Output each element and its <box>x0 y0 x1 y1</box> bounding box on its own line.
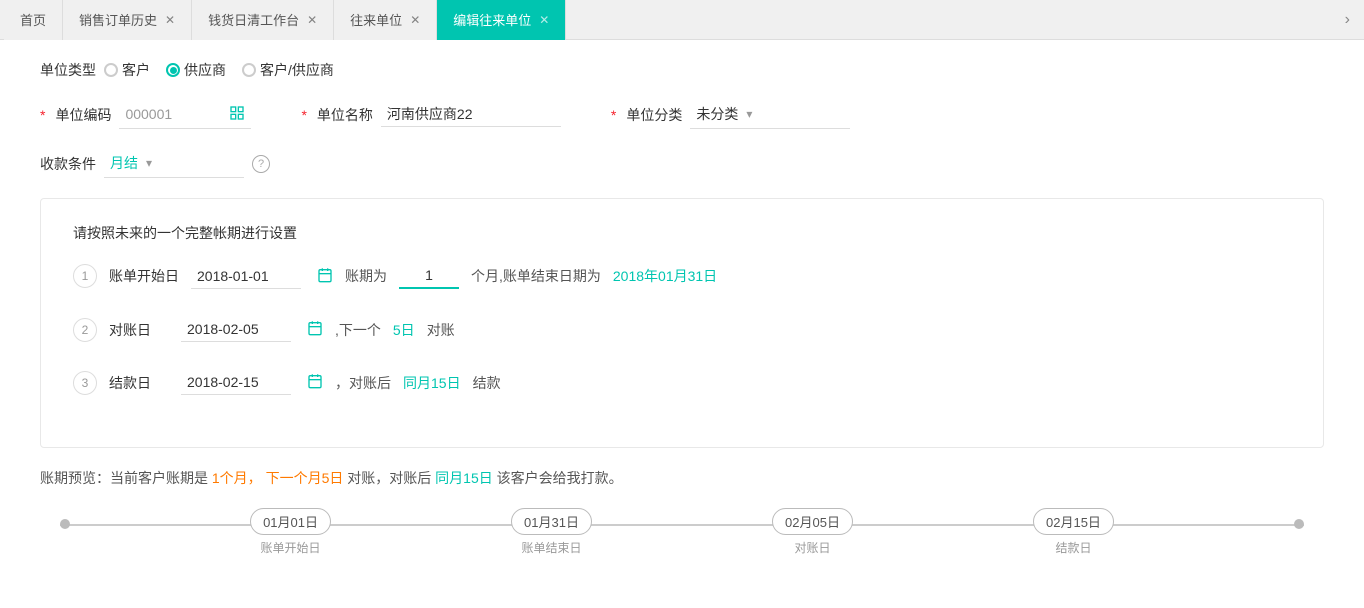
tab-partner-units[interactable]: 往来单位 ✕ <box>334 0 437 40</box>
close-partner-units[interactable]: ✕ <box>410 13 420 27</box>
radio-customer[interactable]: 客户 <box>104 60 150 80</box>
timeline-point-2: 01月31日 账单结束日 <box>511 508 592 556</box>
unit-name-group: * 单位名称 <box>301 102 560 127</box>
row-number-1: 1 <box>73 264 97 288</box>
setting-row-2: 2 对账日 ,下一个 5日 对账 <box>73 317 1291 342</box>
payment-condition-value: 月结 <box>110 153 138 173</box>
payment-prefix: ，对账后 <box>335 373 391 393</box>
tab-sales-order-history[interactable]: 销售订单历史 ✕ <box>63 0 192 40</box>
customer-supplier-label: 客户/供应商 <box>260 60 334 80</box>
unit-code-required: * <box>40 107 45 123</box>
radio-customer-circle <box>104 63 118 77</box>
unit-code-input[interactable] <box>125 106 225 122</box>
timeline-point-3: 02月05日 对账日 <box>772 508 853 556</box>
period-for-label: 账期为 <box>345 266 387 286</box>
timeline-point-4: 02月15日 结款日 <box>1033 508 1114 556</box>
main-content: 单位类型 客户 供应商 客户/供应商 * 单位编码 <box>0 40 1364 608</box>
settings-section: 请按照未来的一个完整帐期进行设置 1 账单开始日 账期为 个月,账单结束日期为 … <box>40 198 1324 448</box>
timeline-date-4: 02月15日 <box>1033 508 1114 535</box>
timeline-date-1: 01月01日 <box>250 508 331 535</box>
unit-code-group: * 单位编码 <box>40 101 251 129</box>
payment-condition-select[interactable]: 月结 ▾ <box>104 149 244 178</box>
preview-settle: 同月15日 <box>435 470 493 486</box>
tab-home[interactable]: 首页 <box>4 0 63 40</box>
period-end-date: 2018年01月31日 <box>613 266 717 286</box>
reconcile-suffix: 对账 <box>427 320 455 340</box>
payment-condition-row: 收款条件 月结 ▾ ? <box>40 149 1324 178</box>
preview-text: 账期预览：当前客户账期是 1个月， 下一个月5日 对账，对账后 同月15日 该客… <box>40 468 1324 488</box>
close-cashflow-workbench[interactable]: ✕ <box>307 13 317 27</box>
payment-condition-group: 收款条件 月结 ▾ ? <box>40 149 270 178</box>
radio-customer-supplier[interactable]: 客户/供应商 <box>242 60 334 80</box>
payment-date-input[interactable] <box>181 370 291 395</box>
preview-prefix: 账期预览：当前客户账期是 <box>40 470 208 486</box>
timeline-end-dot <box>1294 508 1304 529</box>
row-number-2: 2 <box>73 318 97 342</box>
reconcile-date-input[interactable] <box>181 317 291 342</box>
customer-label: 客户 <box>122 60 150 80</box>
unit-classification-chevron: ▾ <box>746 107 752 121</box>
unit-info-row: * 单位编码 * 单位名称 * 单位分类 未分类 ▾ <box>40 100 1324 129</box>
payment-date-calendar-icon[interactable] <box>307 373 323 392</box>
timeline-start-dot <box>60 508 70 529</box>
payment-highlight: 同月15日 <box>403 373 461 393</box>
unit-type-row: 单位类型 客户 供应商 客户/供应商 <box>40 60 1324 80</box>
unit-name-input[interactable] <box>381 102 561 127</box>
unit-type-radio-group: 客户 供应商 客户/供应商 <box>104 60 334 80</box>
start-date-input[interactable] <box>191 264 301 289</box>
reconcile-highlight: 5日 <box>393 320 415 340</box>
period-value-input[interactable] <box>399 263 459 289</box>
payment-suffix: 结款 <box>473 373 501 393</box>
unit-name-required: * <box>301 107 306 123</box>
unit-type-label: 单位类型 <box>40 60 96 80</box>
unit-type-group: 单位类型 客户 供应商 客户/供应商 <box>40 60 334 80</box>
setting-row-3: 3 结款日 ，对账后同月15日 结款 <box>73 370 1291 395</box>
payment-date-label: 结款日 <box>109 373 169 393</box>
unit-classification-group: * 单位分类 未分类 ▾ <box>611 100 850 129</box>
radio-supplier[interactable]: 供应商 <box>166 60 226 80</box>
payment-condition-chevron: ▾ <box>146 156 152 170</box>
unit-code-input-wrapper <box>119 101 251 129</box>
timeline-label-1: 账单开始日 <box>261 539 321 556</box>
reconcile-date-label: 对账日 <box>109 320 169 340</box>
close-sales-order-history[interactable]: ✕ <box>165 13 175 27</box>
unit-code-label: 单位编码 <box>55 105 111 125</box>
preview-suffix: 该客户会给我打款。 <box>497 470 623 486</box>
unit-classification-value: 未分类 <box>696 104 738 124</box>
row-number-3: 3 <box>73 371 97 395</box>
payment-condition-help[interactable]: ? <box>252 155 270 173</box>
timeline-date-2: 01月31日 <box>511 508 592 535</box>
timeline-point-1: 01月01日 账单开始日 <box>250 508 331 556</box>
tab-bar: 首页 销售订单历史 ✕ 钱货日清工作台 ✕ 往来单位 ✕ 编辑往来单位 ✕ › <box>0 0 1364 40</box>
unit-code-scan-icon[interactable] <box>229 105 245 124</box>
tab-more-button[interactable]: › <box>1335 11 1360 29</box>
timeline-label-4: 结款日 <box>1055 539 1091 556</box>
unit-classification-required: * <box>611 107 616 123</box>
timeline-date-3: 02月05日 <box>772 508 853 535</box>
period-unit-text: 个月,账单结束日期为 <box>471 266 601 286</box>
reconcile-prefix: ,下一个 <box>335 320 381 340</box>
unit-name-label: 单位名称 <box>317 105 373 125</box>
reconcile-date-calendar-icon[interactable] <box>307 320 323 339</box>
close-edit-partner-units[interactable]: ✕ <box>539 13 549 27</box>
unit-classification-label: 单位分类 <box>626 105 682 125</box>
supplier-label: 供应商 <box>184 60 226 80</box>
start-date-calendar-icon[interactable] <box>317 267 333 286</box>
tab-cashflow-workbench[interactable]: 钱货日清工作台 ✕ <box>192 0 334 40</box>
start-date-label: 账单开始日 <box>109 266 179 286</box>
preview-middle: 对账，对账后 <box>347 470 431 486</box>
payment-condition-label: 收款条件 <box>40 154 96 174</box>
radio-supplier-circle <box>166 63 180 77</box>
timeline-label-3: 对账日 <box>794 539 830 556</box>
tab-edit-partner-units[interactable]: 编辑往来单位 ✕ <box>437 0 566 40</box>
preview-period: 1个月， <box>212 470 262 486</box>
timeline-container: 01月01日 账单开始日 01月31日 账单结束日 02月05日 对账日 02月… <box>40 508 1324 556</box>
setting-row-1: 1 账单开始日 账期为 个月,账单结束日期为 2018年01月31日 <box>73 263 1291 289</box>
timeline-label-2: 账单结束日 <box>522 539 582 556</box>
preview-next: 下一个月5日 <box>266 470 344 486</box>
radio-customer-supplier-circle <box>242 63 256 77</box>
section-title: 请按照未来的一个完整帐期进行设置 <box>73 223 1291 243</box>
unit-classification-select[interactable]: 未分类 ▾ <box>690 100 850 129</box>
